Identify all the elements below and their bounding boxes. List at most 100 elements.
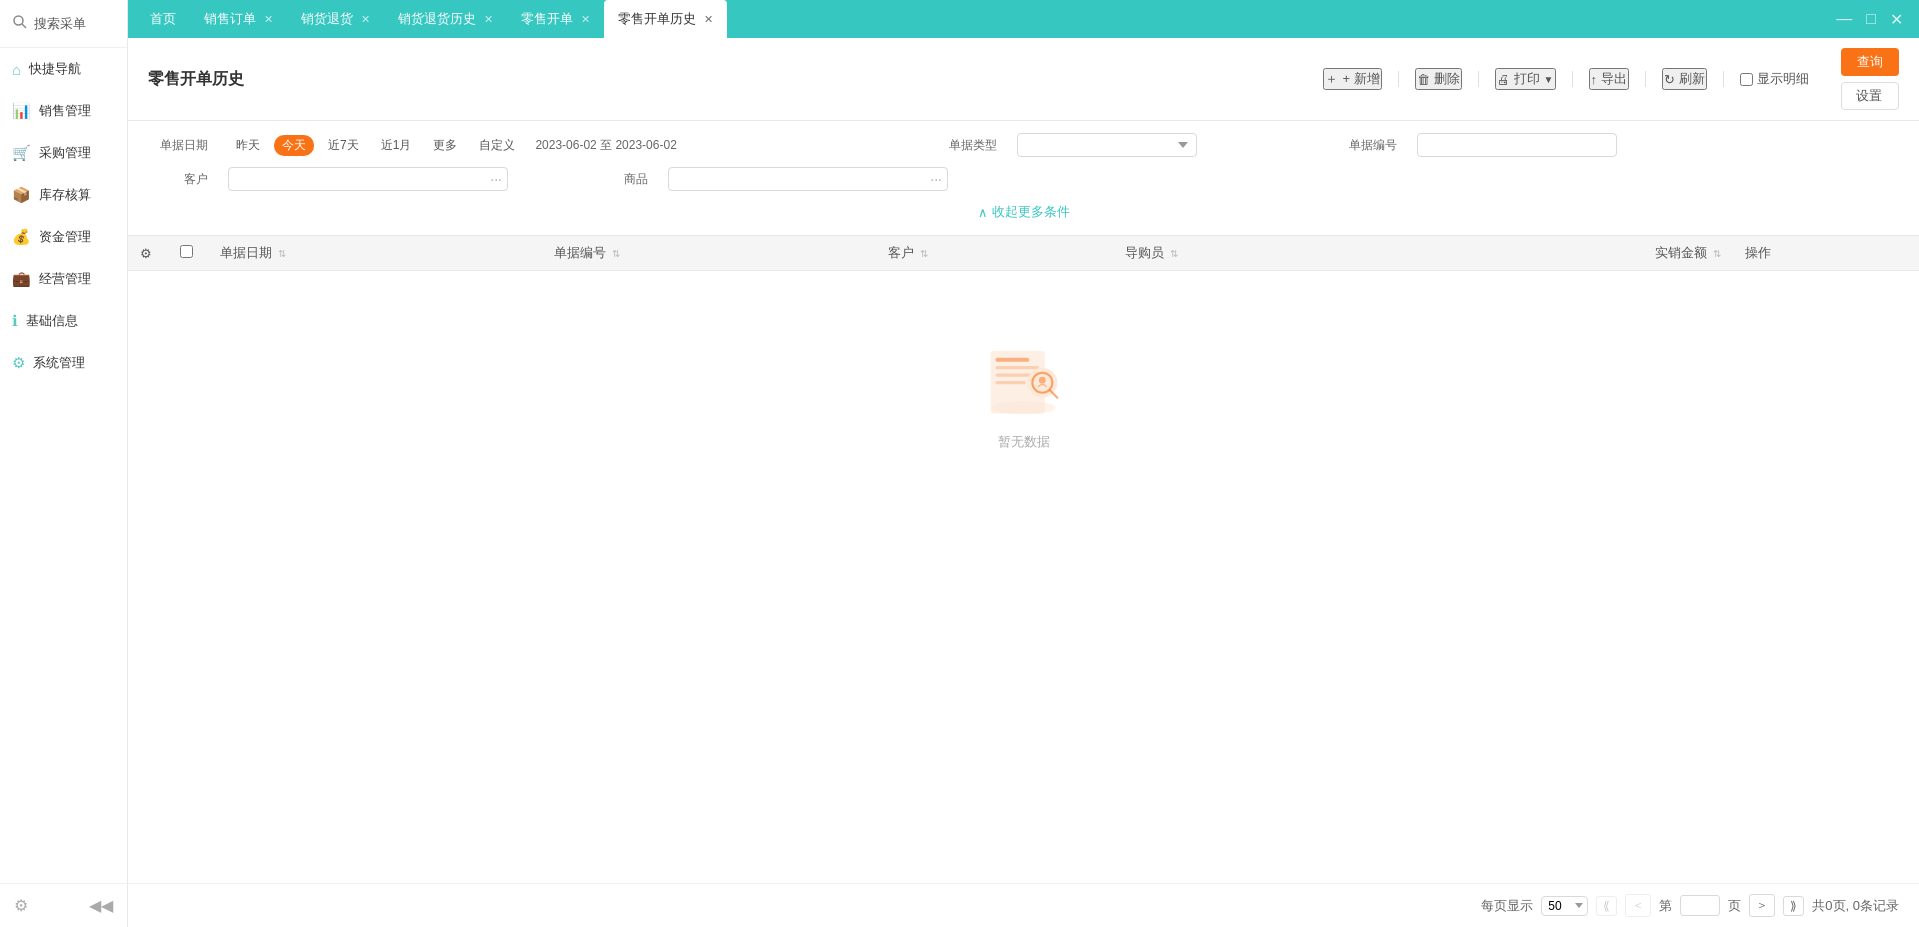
refresh-label: 刷新 [1679,70,1705,88]
goods-label: 商品 [588,171,648,188]
page-number-input[interactable]: 1 [1680,895,1720,916]
tab-sales-return[interactable]: 销货退货 ✕ [287,0,384,38]
settings-gear-icon[interactable]: ⚙ [14,896,28,915]
sidebar-item-inventory[interactable]: 📦 库存核算 [0,174,127,216]
date-btn-1month[interactable]: 近1月 [373,135,420,156]
tab-sales-return-label: 销货退货 [301,10,353,28]
table-header-row: ⚙ 单据日期 ⇅ 单据编号 ⇅ [128,236,1919,271]
page-first-btn[interactable]: ⟪ [1596,896,1617,916]
tab-retail-history[interactable]: 零售开单历史 ✕ [604,0,727,38]
toolbar: ＋ + 新增 🗑 删除 🖨 打印 ▼ ↑ 导出 ↻ 刷新 [1323,48,1899,110]
tab-home[interactable]: 首页 [136,0,190,38]
settings-label: 设置 [1856,87,1882,105]
sidebar-item-sales[interactable]: 📊 销售管理 [0,90,127,132]
date-range-display: 2023-06-02 至 2023-06-02 [535,137,676,154]
tab-retail-order-label: 零售开单 [521,10,573,28]
tab-sales-order-close[interactable]: ✕ [264,13,273,26]
refresh-icon: ↻ [1664,72,1675,87]
customer-more-icon[interactable]: ··· [490,171,502,187]
tab-sales-return-history-close[interactable]: ✕ [484,13,493,26]
page-prev-btn[interactable]: ＜ [1625,894,1651,917]
system-icon: ⚙ [12,354,25,372]
goods-more-icon[interactable]: ··· [930,171,942,187]
empty-illustration [974,331,1074,421]
display-detail-label[interactable]: 显示明细 [1740,70,1809,88]
print-button[interactable]: 🖨 打印 ▼ [1495,68,1556,90]
goods-input[interactable] [668,167,948,191]
tab-sales-return-close[interactable]: ✕ [361,13,370,26]
tab-retail-history-close[interactable]: ✕ [704,13,713,26]
date-btn-custom[interactable]: 自定义 [471,135,523,156]
chart-icon: 📊 [12,102,31,120]
select-all-checkbox[interactable] [180,245,193,258]
sidebar-item-label: 基础信息 [26,312,78,330]
sidebar-item-finance[interactable]: 💰 资金管理 [0,216,127,258]
sidebar-item-label: 资金管理 [39,228,91,246]
date-btn-yesterday[interactable]: 昨天 [228,135,268,156]
export-button[interactable]: ↑ 导出 [1589,68,1630,90]
minimize-icon[interactable]: — [1836,10,1852,28]
collapse-up-icon: ∧ [978,205,988,220]
sort-amount-icon[interactable]: ⇅ [1713,248,1721,259]
sidebar-item-purchase[interactable]: 🛒 采购管理 [0,132,127,174]
sort-date-icon[interactable]: ⇅ [278,248,286,259]
per-page-select[interactable]: 20 50 100 [1541,896,1588,916]
query-button[interactable]: 查询 [1841,48,1899,76]
export-icon: ↑ [1591,72,1598,87]
collapse-filter-row[interactable]: ∧ 收起更多条件 [148,201,1899,223]
date-btn-today[interactable]: 今天 [274,135,314,156]
date-btn-more[interactable]: 更多 [425,135,465,156]
sidebar-item-operations[interactable]: 💼 经营管理 [0,258,127,300]
doc-num-input[interactable] [1417,133,1617,157]
data-table: ⚙ 单据日期 ⇅ 单据编号 ⇅ [128,236,1919,271]
sidebar-item-basic-info[interactable]: ℹ 基础信息 [0,300,127,342]
th-guide: 导购员 ⇅ [1113,236,1399,271]
filter-area: 单据日期 昨天 今天 近7天 近1月 更多 自定义 2023-06-02 至 2… [128,121,1919,236]
tab-sales-return-history[interactable]: 销货退货历史 ✕ [384,0,507,38]
page-next-btn[interactable]: ＞ [1749,894,1775,917]
sidebar-item-label: 采购管理 [39,144,91,162]
table-settings-icon[interactable]: ⚙ [140,246,152,261]
query-label: 查询 [1857,53,1883,71]
toolbar-divider-3 [1572,71,1573,87]
page-total: 共0页, 0条记录 [1812,897,1899,915]
toolbar-divider-2 [1478,71,1479,87]
date-btn-7days[interactable]: 近7天 [320,135,367,156]
delete-icon: 🗑 [1417,72,1430,87]
toolbar-divider-1 [1398,71,1399,87]
customer-input[interactable] [228,167,508,191]
doc-type-select[interactable] [1017,133,1197,157]
svg-line-1 [22,24,26,28]
sidebar-bottom: ⚙ ◀◀ [0,883,127,927]
briefcase-icon: 💼 [12,270,31,288]
settings-button[interactable]: 设置 [1841,82,1899,110]
info-icon: ℹ [12,312,18,330]
tab-retail-order-close[interactable]: ✕ [581,13,590,26]
tab-sales-order[interactable]: 销售订单 ✕ [190,0,287,38]
customer-input-wrap: ··· [228,167,508,191]
collapse-label: 收起更多条件 [992,203,1070,221]
restore-icon[interactable]: □ [1866,10,1876,28]
filter-row-2: 客户 ··· 商品 ··· [148,167,1899,191]
th-docnum-label: 单据编号 [554,245,606,260]
page-last-btn[interactable]: ⟫ [1783,896,1804,916]
sort-docnum-icon[interactable]: ⇅ [612,248,620,259]
pagination: 每页显示 20 50 100 ⟪ ＜ 第 1 页 ＞ ⟫ 共0页, 0条记录 [128,883,1919,927]
home-icon: ⌂ [12,61,21,78]
date-buttons: 昨天 今天 近7天 近1月 更多 自定义 2023-06-02 至 2023-0… [228,135,677,156]
close-icon[interactable]: ✕ [1890,10,1903,29]
tab-retail-order[interactable]: 零售开单 ✕ [507,0,604,38]
box-icon: 📦 [12,186,31,204]
sort-customer-icon[interactable]: ⇅ [920,248,928,259]
th-customer: 客户 ⇅ [876,236,1113,271]
sort-guide-icon[interactable]: ⇅ [1170,248,1178,259]
sidebar-item-system[interactable]: ⚙ 系统管理 [0,342,127,384]
collapse-sidebar-icon[interactable]: ◀◀ [89,896,113,915]
sidebar-item-quicknav[interactable]: ⌂ 快捷导航 [0,48,127,90]
add-button[interactable]: ＋ + 新增 [1323,68,1381,90]
delete-button[interactable]: 🗑 删除 [1415,68,1462,90]
delete-label: 删除 [1434,70,1460,88]
sidebar-search[interactable]: 搜索采单 [0,0,127,48]
display-detail-checkbox[interactable] [1740,73,1753,86]
refresh-button[interactable]: ↻ 刷新 [1662,68,1707,90]
